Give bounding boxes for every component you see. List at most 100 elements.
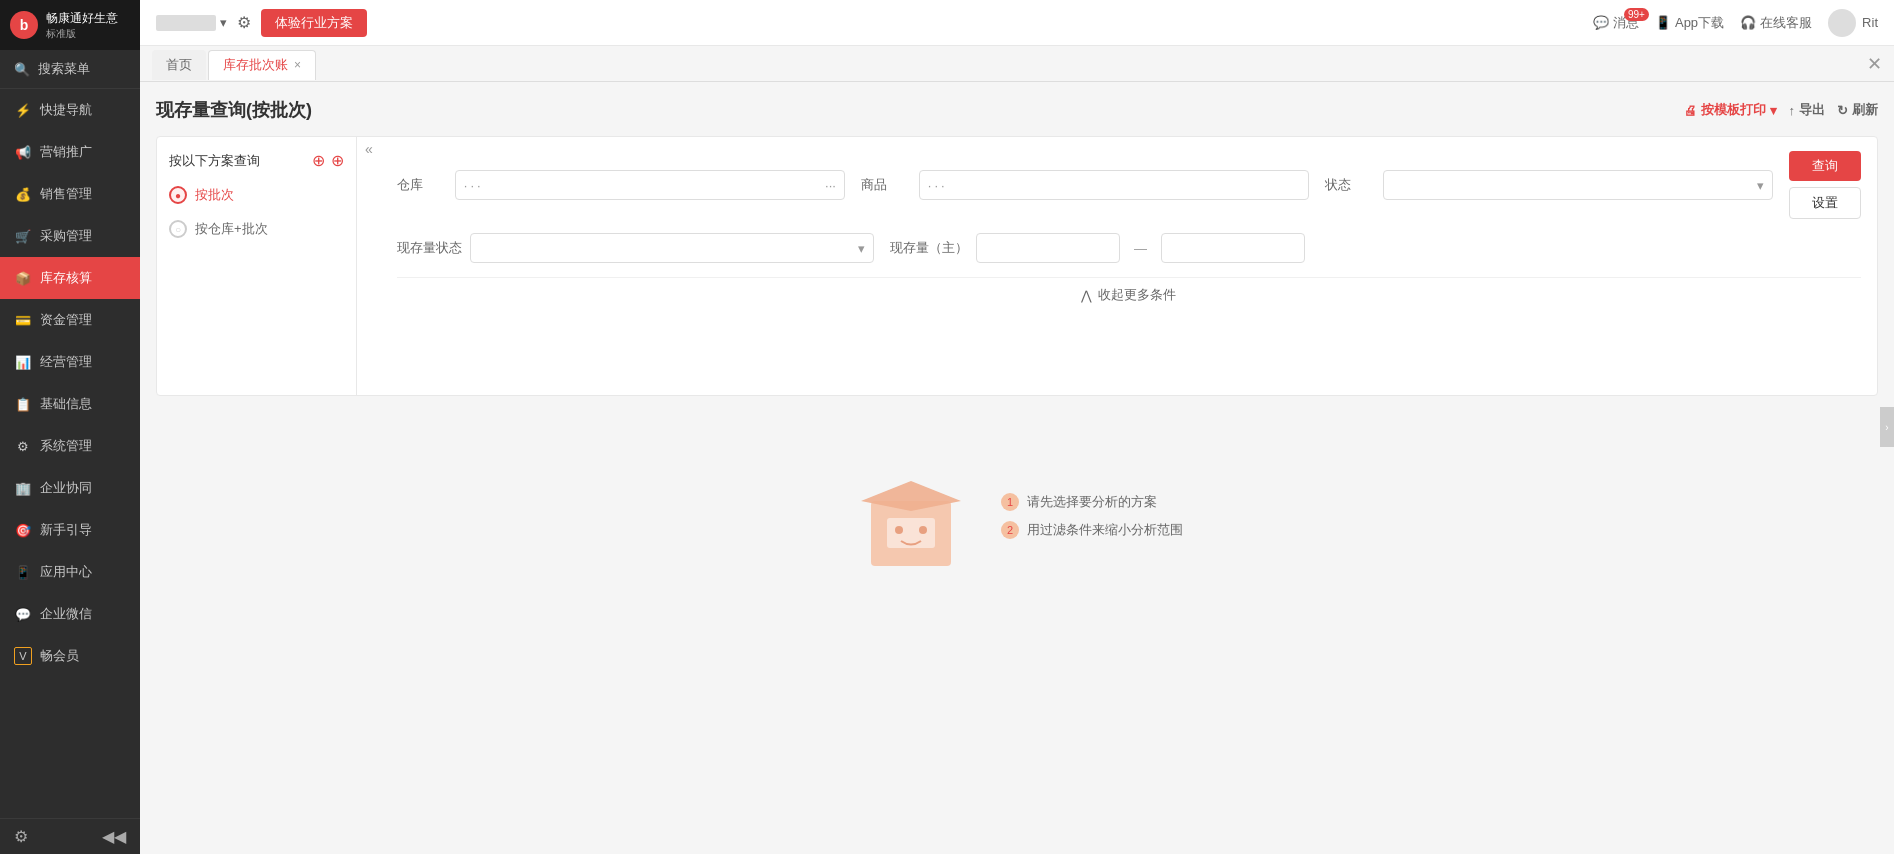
sidebar-company-name: 畅康通好生意 <box>46 10 118 27</box>
svg-point-3 <box>895 526 903 534</box>
sidebar-item-system[interactable]: ⚙ 系统管理 <box>0 425 140 467</box>
sidebar-item-inventory[interactable]: 📦 库存核算 <box>0 257 140 299</box>
stock-qty-to-input[interactable] <box>1161 233 1305 263</box>
goods-input[interactable]: ··· <box>919 170 1309 200</box>
gear-scheme-icon[interactable]: ⊕ <box>331 151 344 170</box>
online-service-btn[interactable]: 🎧 在线客服 <box>1740 14 1812 32</box>
filter-scheme-sidebar: 按以下方案查询 ⊕ ⊕ ● 按批次 ○ 按仓库+批次 <box>157 137 357 395</box>
page-title: 现存量查询(按批次) <box>156 98 312 122</box>
experience-btn[interactable]: 体验行业方案 <box>261 9 367 37</box>
sidebar-item-business[interactable]: 📊 经营管理 <box>0 341 140 383</box>
tab-close-icon[interactable]: × <box>294 58 301 72</box>
sidebar-item-quick-nav[interactable]: ⚡ 快捷导航 <box>0 89 140 131</box>
tab-inventory-batch[interactable]: 库存批次账 × <box>208 50 316 80</box>
sidebar-item-label: 营销推广 <box>40 143 92 161</box>
svg-point-4 <box>919 526 927 534</box>
status-input[interactable]: ▾ <box>1383 170 1773 200</box>
tab-home[interactable]: 首页 <box>152 50 206 80</box>
query-actions: 查询 设置 <box>1789 151 1861 219</box>
service-label: 在线客服 <box>1760 14 1812 32</box>
sidebar-item-marketing[interactable]: 📢 营销推广 <box>0 131 140 173</box>
print-dropdown-icon: ▾ <box>1770 103 1777 118</box>
appstore-icon: 📱 <box>14 563 32 581</box>
sidebar-item-finance[interactable]: 💳 资金管理 <box>0 299 140 341</box>
sidebar-item-corp[interactable]: 🏢 企业协同 <box>0 467 140 509</box>
sidebar-title-block: 畅康通好生意 标准版 <box>46 10 118 41</box>
collapse-sidebar-icon[interactable]: ◀◀ <box>102 827 126 846</box>
print-label: 按模板打印 <box>1701 101 1766 119</box>
empty-tips: 1 请先选择要分析的方案 2 用过滤条件来缩小分析范围 <box>1001 493 1183 539</box>
topbar: ▾ ⚙ 体验行业方案 💬 消息 99+ 📱 App下载 🎧 在线客服 Rit <box>140 0 1894 46</box>
sidebar-item-vip[interactable]: V 畅会员 <box>0 635 140 677</box>
headset-icon: 🎧 <box>1740 15 1756 30</box>
settings-icon[interactable]: ⚙ <box>14 827 28 846</box>
warehouse-input[interactable]: ··· ··· <box>455 170 845 200</box>
basic-icon: 📋 <box>14 395 32 413</box>
stock-qty-label: 现存量（主） <box>890 239 968 257</box>
sidebar-item-label: 系统管理 <box>40 437 92 455</box>
warehouse-more-icon: ··· <box>825 178 836 193</box>
scheme-item-batch[interactable]: ● 按批次 <box>157 178 356 212</box>
export-btn[interactable]: ↑ 导出 <box>1789 101 1826 119</box>
sidebar-item-purchase[interactable]: 🛒 采购管理 <box>0 215 140 257</box>
status-field: 状态 ▾ <box>1325 170 1773 200</box>
sidebar-item-label: 应用中心 <box>40 563 92 581</box>
settings-btn[interactable]: 设置 <box>1789 187 1861 219</box>
export-label: 导出 <box>1799 101 1825 119</box>
topbar-dropdown-text <box>156 15 216 31</box>
print-btn[interactable]: 🖨 按模板打印 ▾ <box>1684 101 1777 119</box>
sidebar-item-label: 采购管理 <box>40 227 92 245</box>
stock-qty-from-input[interactable] <box>976 233 1120 263</box>
scheme-item-warehouse-batch[interactable]: ○ 按仓库+批次 <box>157 212 356 246</box>
sidebar-item-appstore[interactable]: 📱 应用中心 <box>0 551 140 593</box>
filter-row-1: 仓库 ··· ··· 商品 ··· <box>397 151 1861 219</box>
sidebar-item-guide[interactable]: 🎯 新手引导 <box>0 509 140 551</box>
refresh-label: 刷新 <box>1852 101 1878 119</box>
corp-icon: 🏢 <box>14 479 32 497</box>
settings-gear-icon[interactable]: ⚙ <box>237 13 251 32</box>
tab-bar-right: ✕ <box>1867 55 1882 73</box>
close-all-tabs-btn[interactable]: ✕ <box>1867 55 1882 73</box>
goods-dots: ··· <box>928 178 948 193</box>
stock-status-field: 现存量状态 ▾ <box>397 233 874 263</box>
query-btn[interactable]: 查询 <box>1789 151 1861 181</box>
sidebar-footer: ⚙ ◀◀ <box>0 818 140 854</box>
add-scheme-icon[interactable]: ⊕ <box>312 151 325 170</box>
stock-status-input[interactable]: ▾ <box>470 233 874 263</box>
sidebar-item-label: 企业微信 <box>40 605 92 623</box>
sidebar-item-basic[interactable]: 📋 基础信息 <box>0 383 140 425</box>
home-tab-label: 首页 <box>166 56 192 74</box>
topbar-dropdown[interactable]: ▾ <box>156 15 227 31</box>
message-badge: 99+ <box>1624 8 1649 21</box>
filter-collapse-arrow[interactable]: « <box>357 137 381 395</box>
message-btn[interactable]: 💬 消息 99+ <box>1593 14 1639 32</box>
print-icon: 🖨 <box>1684 103 1697 118</box>
system-icon: ⚙ <box>14 437 32 455</box>
refresh-btn[interactable]: ↻ 刷新 <box>1837 101 1878 119</box>
status-dropdown-icon: ▾ <box>1757 178 1764 193</box>
filter-scheme-header: 按以下方案查询 ⊕ ⊕ <box>157 147 356 178</box>
sidebar-search-item[interactable]: 🔍 搜索菜单 <box>0 50 140 89</box>
app-download-btn[interactable]: 📱 App下载 <box>1655 14 1724 32</box>
page-content: 现存量查询(按批次) 🖨 按模板打印 ▾ ↑ 导出 ↻ 刷新 <box>140 82 1894 854</box>
empty-state: 1 请先选择要分析的方案 2 用过滤条件来缩小分析范围 <box>156 396 1878 636</box>
goods-field: 商品 ··· <box>861 170 1309 200</box>
scheme-header-actions: ⊕ ⊕ <box>312 151 344 170</box>
sidebar-item-sales[interactable]: 💰 销售管理 <box>0 173 140 215</box>
vip-icon: V <box>14 647 32 665</box>
right-sidebar-arrow[interactable]: › <box>1880 407 1894 447</box>
collapse-bar[interactable]: ⋀ 收起更多条件 <box>397 277 1861 312</box>
sidebar-item-label: 经营管理 <box>40 353 92 371</box>
sidebar-item-wechat[interactable]: 💬 企业微信 <box>0 593 140 635</box>
avatar <box>1828 9 1856 37</box>
user-area[interactable]: Rit <box>1828 9 1878 37</box>
filter-form: 仓库 ··· ··· 商品 ··· <box>381 137 1877 395</box>
sidebar-item-label: 畅会员 <box>40 647 79 665</box>
finance-icon: 💳 <box>14 311 32 329</box>
scheme-inactive-indicator: ○ <box>169 220 187 238</box>
page-title-row: 现存量查询(按批次) 🖨 按模板打印 ▾ ↑ 导出 ↻ 刷新 <box>156 98 1878 122</box>
message-icon: 💬 <box>1593 15 1609 30</box>
purchase-icon: 🛒 <box>14 227 32 245</box>
empty-icon <box>851 456 971 576</box>
scheme-title: 按以下方案查询 <box>169 152 260 170</box>
